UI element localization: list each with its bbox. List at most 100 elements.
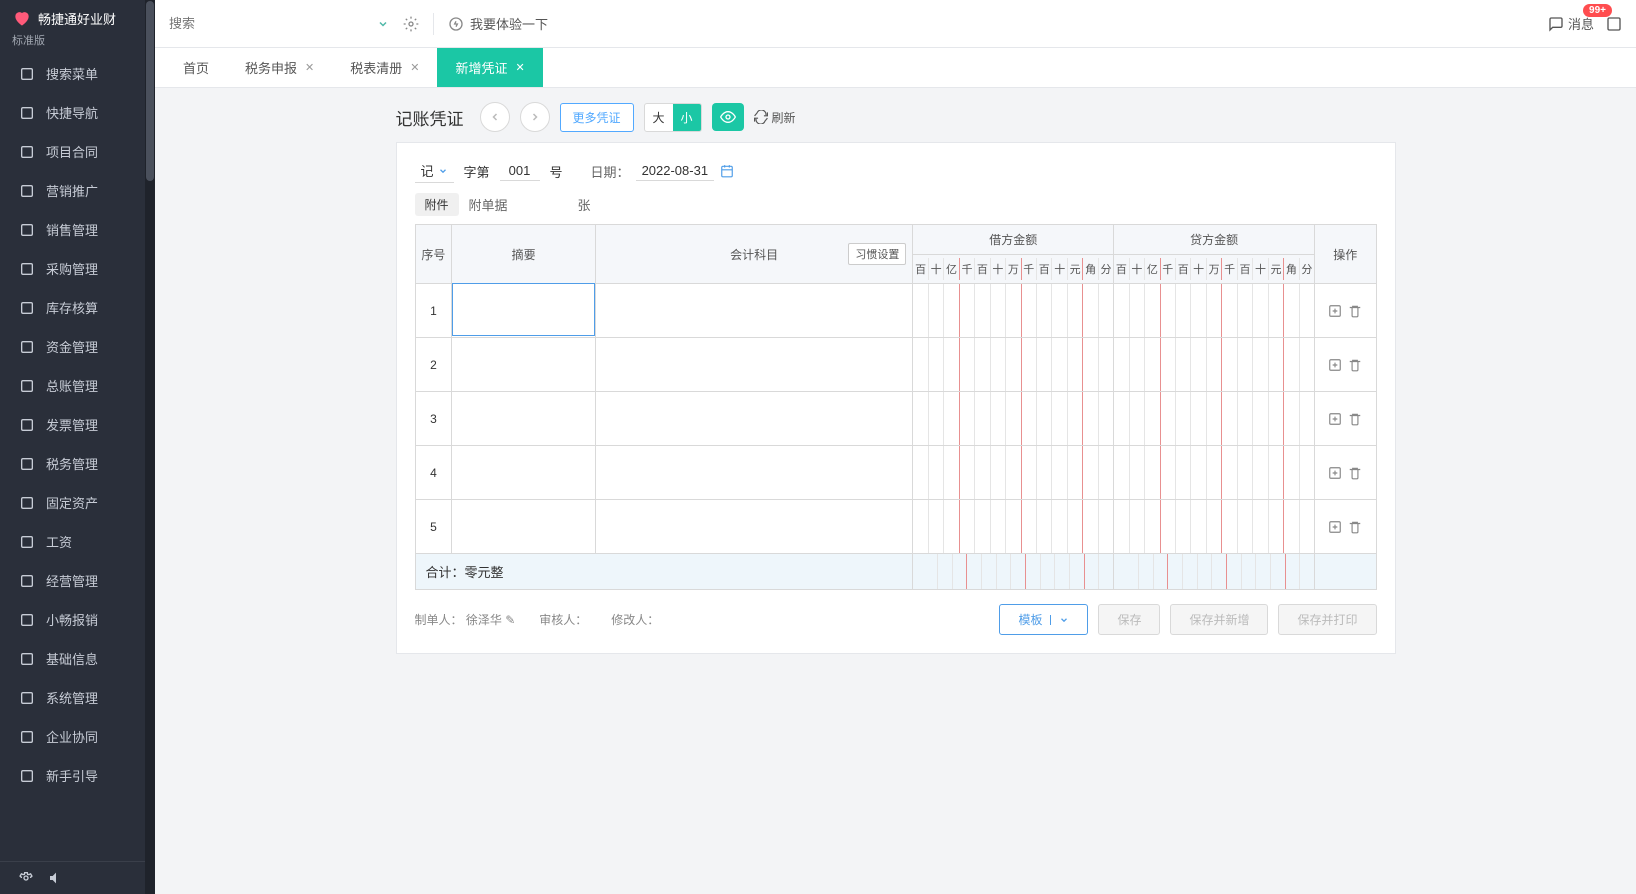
- subject-cell[interactable]: [595, 446, 913, 500]
- save-new-button[interactable]: 保存并新增: [1170, 604, 1268, 635]
- digit-cell[interactable]: [1176, 446, 1191, 499]
- digit-cell[interactable]: [997, 554, 1012, 589]
- habit-settings-button[interactable]: 习惯设置: [848, 243, 906, 265]
- sidebar-scrollbar[interactable]: [145, 0, 155, 894]
- digit-cell[interactable]: [1022, 338, 1037, 391]
- digit-cell[interactable]: [975, 338, 990, 391]
- tab-close-icon[interactable]: ✕: [410, 61, 419, 74]
- digit-cell[interactable]: [923, 554, 938, 589]
- digit-cell[interactable]: [1227, 554, 1242, 589]
- digit-cell[interactable]: [1300, 554, 1314, 589]
- digit-cell[interactable]: [1099, 554, 1113, 589]
- digit-cell[interactable]: [929, 392, 944, 445]
- subject-cell[interactable]: [595, 338, 913, 392]
- search-input[interactable]: [169, 16, 369, 31]
- delete-row-icon[interactable]: [1348, 304, 1362, 318]
- digit-cell[interactable]: [1130, 500, 1145, 553]
- digit-cell[interactable]: [1006, 500, 1021, 553]
- sidebar-item-18[interactable]: 新手引导: [0, 756, 145, 795]
- tab-0[interactable]: 首页: [165, 48, 227, 87]
- digit-cell[interactable]: [1238, 500, 1253, 553]
- digit-cell[interactable]: [1022, 500, 1037, 553]
- digit-cell[interactable]: [1238, 338, 1253, 391]
- digit-cell[interactable]: [944, 446, 959, 499]
- summary-cell[interactable]: [452, 500, 595, 554]
- digit-cell[interactable]: [975, 392, 990, 445]
- digit-cell[interactable]: [1300, 500, 1314, 553]
- digit-cell[interactable]: [1006, 446, 1021, 499]
- digit-cell[interactable]: [1161, 284, 1176, 337]
- sidebar-item-13[interactable]: 经营管理: [0, 561, 145, 600]
- digit-cell[interactable]: [913, 284, 928, 337]
- digit-cell[interactable]: [929, 446, 944, 499]
- digit-cell[interactable]: [913, 500, 928, 553]
- sidebar-item-10[interactable]: 税务管理: [0, 444, 145, 483]
- digit-cell[interactable]: [1161, 500, 1176, 553]
- add-row-icon[interactable]: [1328, 520, 1342, 534]
- sidebar-item-1[interactable]: 快捷导航: [0, 93, 145, 132]
- digit-cell[interactable]: [1145, 338, 1160, 391]
- digit-cell[interactable]: [1068, 284, 1083, 337]
- digit-cell[interactable]: [960, 446, 975, 499]
- tab-close-icon[interactable]: ✕: [305, 61, 314, 74]
- debit-cell[interactable]: [913, 500, 1114, 554]
- digit-cell[interactable]: [991, 392, 1006, 445]
- credit-cell[interactable]: [1114, 446, 1315, 500]
- digit-cell[interactable]: [953, 554, 968, 589]
- digit-cell[interactable]: [1055, 554, 1070, 589]
- digit-cell[interactable]: [913, 446, 928, 499]
- digit-cell[interactable]: [1253, 500, 1268, 553]
- digit-cell[interactable]: [1269, 392, 1284, 445]
- edit-maker-icon[interactable]: ✎: [505, 613, 515, 627]
- template-dropdown-icon[interactable]: [1050, 615, 1069, 625]
- digit-cell[interactable]: [1284, 500, 1299, 553]
- credit-cell[interactable]: [1114, 338, 1315, 392]
- digit-cell[interactable]: [1176, 500, 1191, 553]
- digit-cell[interactable]: [1286, 554, 1301, 589]
- digit-cell[interactable]: [1052, 500, 1067, 553]
- delete-row-icon[interactable]: [1348, 412, 1362, 426]
- digit-cell[interactable]: [991, 446, 1006, 499]
- sidebar-item-15[interactable]: 基础信息: [0, 639, 145, 678]
- digit-cell[interactable]: [913, 392, 928, 445]
- digit-cell[interactable]: [1114, 500, 1129, 553]
- digit-cell[interactable]: [1183, 554, 1198, 589]
- sidebar-item-16[interactable]: 系统管理: [0, 678, 145, 717]
- settings-icon[interactable]: [18, 870, 34, 886]
- digit-cell[interactable]: [944, 338, 959, 391]
- digit-cell[interactable]: [1222, 500, 1237, 553]
- summary-input[interactable]: [452, 283, 594, 336]
- add-row-icon[interactable]: [1328, 358, 1342, 372]
- more-vouchers-button[interactable]: 更多凭证: [560, 103, 634, 132]
- digit-cell[interactable]: [991, 284, 1006, 337]
- summary-cell[interactable]: [452, 392, 595, 446]
- digit-cell[interactable]: [1271, 554, 1286, 589]
- add-row-icon[interactable]: [1328, 412, 1342, 426]
- digit-cell[interactable]: [1099, 338, 1113, 391]
- digit-cell[interactable]: [1207, 338, 1222, 391]
- digit-cell[interactable]: [1052, 284, 1067, 337]
- digit-cell[interactable]: [1284, 284, 1299, 337]
- delete-row-icon[interactable]: [1348, 358, 1362, 372]
- digit-cell[interactable]: [1207, 392, 1222, 445]
- sidebar-item-2[interactable]: 项目合同: [0, 132, 145, 171]
- calendar-icon[interactable]: [720, 164, 734, 178]
- save-button[interactable]: 保存: [1098, 604, 1160, 635]
- digit-cell[interactable]: [1083, 284, 1098, 337]
- digit-cell[interactable]: [1145, 392, 1160, 445]
- subject-cell[interactable]: [595, 392, 913, 446]
- add-row-icon[interactable]: [1328, 304, 1342, 318]
- digit-cell[interactable]: [991, 338, 1006, 391]
- next-voucher-button[interactable]: [520, 102, 550, 132]
- digit-cell[interactable]: [1269, 500, 1284, 553]
- digit-cell[interactable]: [1026, 554, 1041, 589]
- digit-cell[interactable]: [1207, 446, 1222, 499]
- digit-cell[interactable]: [1052, 446, 1067, 499]
- digit-cell[interactable]: [929, 338, 944, 391]
- digit-cell[interactable]: [944, 392, 959, 445]
- digit-cell[interactable]: [1006, 338, 1021, 391]
- digit-cell[interactable]: [1191, 446, 1206, 499]
- add-row-icon[interactable]: [1328, 466, 1342, 480]
- digit-cell[interactable]: [1139, 554, 1154, 589]
- digit-cell[interactable]: [1269, 284, 1284, 337]
